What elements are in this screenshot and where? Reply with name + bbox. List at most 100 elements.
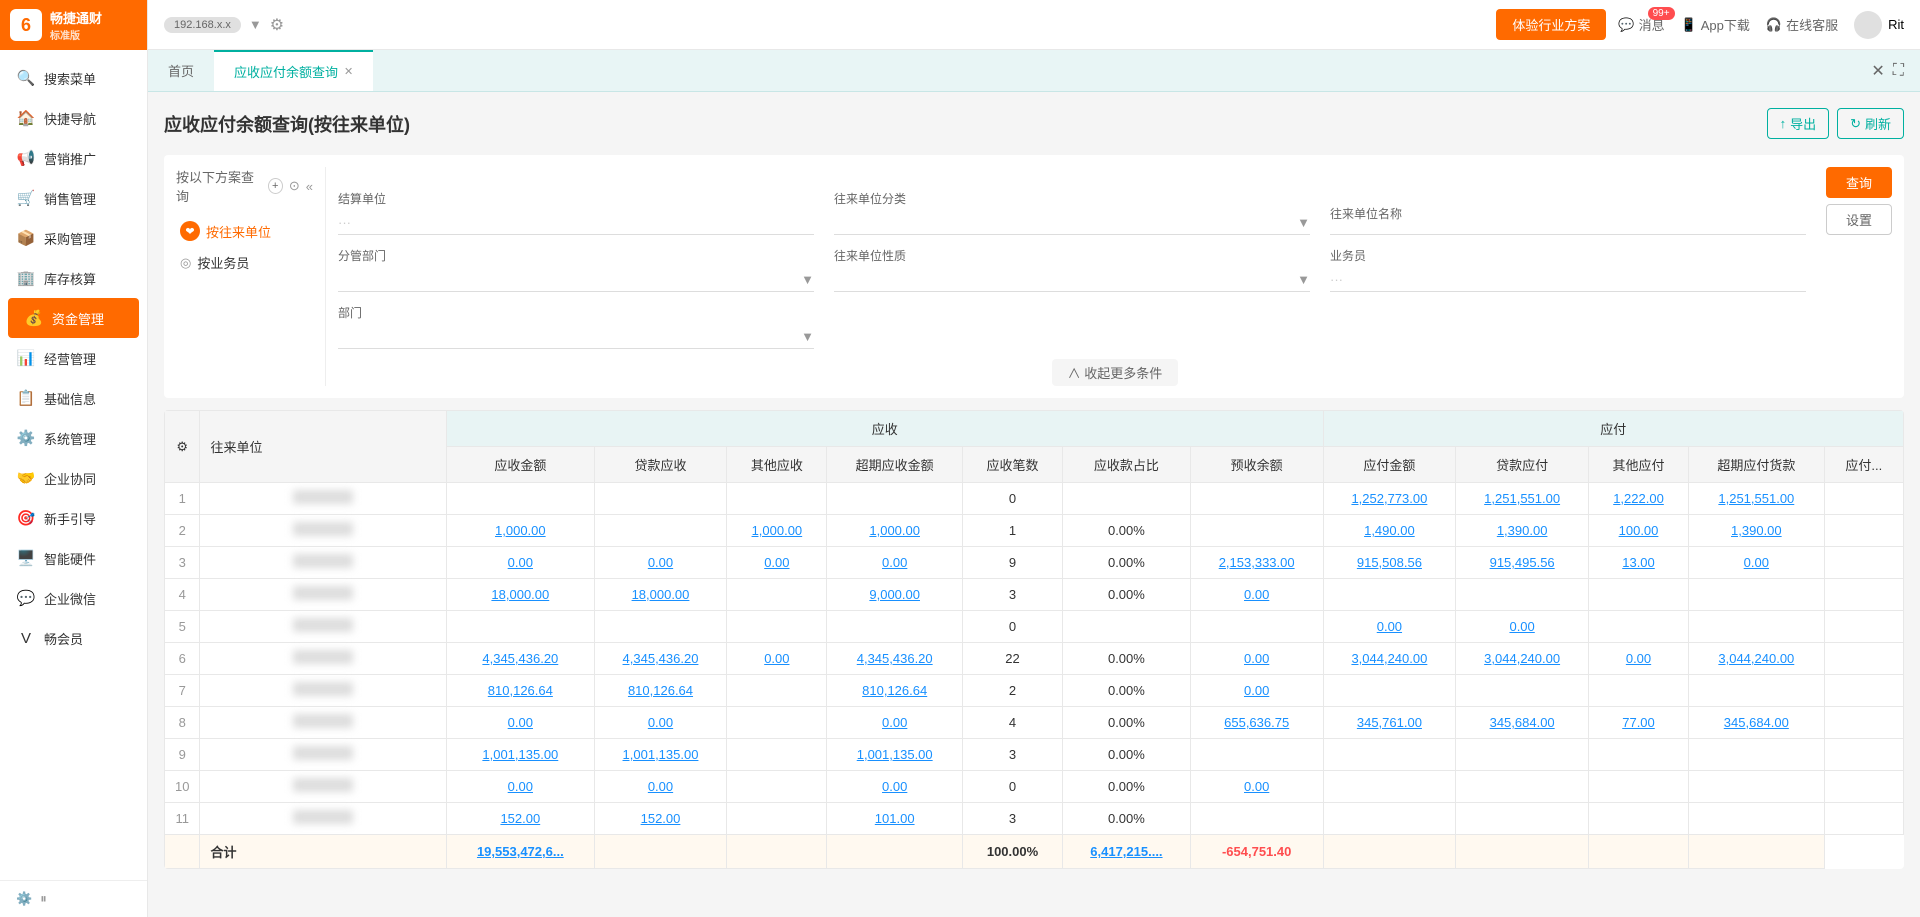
app-download-button[interactable]: 📱 App下载 (1681, 15, 1750, 34)
table-cell[interactable]: 0.00 (727, 643, 827, 675)
scheme-item-by-unit[interactable]: ❤ 按往来单位 (176, 215, 313, 247)
table-cell[interactable]: 101.00 (827, 803, 963, 835)
table-cell[interactable]: 152.00 (594, 803, 727, 835)
messages-button[interactable]: 💬 消息 99+ (1618, 15, 1664, 34)
table-cell[interactable]: 0.00 (827, 707, 963, 739)
table-cell[interactable]: 345,684.00 (1689, 707, 1825, 739)
table-cell[interactable]: 345,761.00 (1323, 707, 1456, 739)
table-cell[interactable]: 1,000.00 (447, 515, 595, 547)
table-cell[interactable]: 1,252,773.00 (1323, 483, 1456, 515)
query-button[interactable]: 查询 (1826, 167, 1892, 198)
sidebar-item-wechat[interactable]: 💬 企业微信 (0, 578, 147, 618)
table-cell[interactable]: 0.00 (447, 707, 595, 739)
settlement-input[interactable]: ··· (338, 211, 814, 235)
tab-close-button[interactable]: ✕ (1871, 61, 1884, 81)
add-scheme-button[interactable]: + (268, 178, 283, 194)
table-cell[interactable]: 0.00 (1190, 675, 1323, 707)
sidebar-item-hardware[interactable]: 🖥️ 智能硬件 (0, 538, 147, 578)
collapse-scheme-icon[interactable]: « (306, 179, 313, 194)
table-cell[interactable]: 18,000.00 (447, 579, 595, 611)
table-cell[interactable]: 77.00 (1589, 707, 1689, 739)
table-cell[interactable]: 0.00 (594, 547, 727, 579)
refresh-button[interactable]: ↻ 刷新 (1837, 108, 1904, 139)
table-cell[interactable]: 9,000.00 (827, 579, 963, 611)
table-cell[interactable]: 0.00 (447, 771, 595, 803)
table-settings-icon[interactable]: ⚙ (176, 439, 188, 454)
table-cell[interactable]: 0.00 (1589, 643, 1689, 675)
table-cell[interactable]: 0.00 (727, 547, 827, 579)
table-cell[interactable]: 1,001,135.00 (447, 739, 595, 771)
sidebar-item-quick-nav[interactable]: 🏠 快捷导航 (0, 98, 147, 138)
unit-nature-input[interactable]: ▼ (834, 268, 1310, 292)
sidebar-item-finance[interactable]: 💰 资金管理 (8, 298, 139, 338)
sidebar-item-member[interactable]: V 畅会员 (0, 618, 147, 658)
sidebar-item-basic[interactable]: 📋 基础信息 (0, 378, 147, 418)
table-cell[interactable]: 100.00 (1589, 515, 1689, 547)
tab-ar-ap[interactable]: 应收应付余额查询 ✕ (214, 50, 373, 91)
table-cell[interactable]: 0.00 (827, 547, 963, 579)
table-cell[interactable]: 1,222.00 (1589, 483, 1689, 515)
bottom-collapse-icon[interactable]: ⏸ (40, 891, 47, 907)
table-cell[interactable]: 1,251,551.00 (1689, 483, 1825, 515)
table-cell[interactable]: 1,000.00 (727, 515, 827, 547)
table-cell[interactable]: 0.00 (447, 547, 595, 579)
table-cell[interactable]: 1,390.00 (1689, 515, 1825, 547)
table-cell[interactable]: 1,001,135.00 (827, 739, 963, 771)
dept-input[interactable]: ▼ (338, 268, 814, 292)
table-cell[interactable]: 1,000.00 (827, 515, 963, 547)
table-cell[interactable]: 0.00 (1456, 611, 1589, 643)
tab-expand-button[interactable]: ⛶ (1893, 62, 1904, 80)
table-cell[interactable]: 655,636.75 (1190, 707, 1323, 739)
table-cell[interactable]: 1,390.00 (1456, 515, 1589, 547)
bottom-settings-icon[interactable]: ⚙️ (16, 891, 32, 907)
unit-category-input[interactable]: ▼ (834, 211, 1310, 235)
table-cell[interactable]: 2,153,333.00 (1190, 547, 1323, 579)
table-cell[interactable]: 13.00 (1589, 547, 1689, 579)
tab-home[interactable]: 首页 (148, 51, 214, 90)
table-cell[interactable]: 0.00 (594, 771, 727, 803)
sidebar-item-purchase[interactable]: 📦 采购管理 (0, 218, 147, 258)
sidebar-item-search[interactable]: 🔍 搜索菜单 (0, 58, 147, 98)
collapse-conditions-button[interactable]: ∧ 收起更多条件 (1052, 359, 1179, 386)
dropdown-arrow-icon[interactable]: ▼ (249, 17, 262, 32)
unit-name-input[interactable] (1330, 226, 1806, 235)
table-cell[interactable]: 810,126.64 (594, 675, 727, 707)
table-cell[interactable]: 0.00 (827, 771, 963, 803)
sidebar-item-operation[interactable]: 📊 经营管理 (0, 338, 147, 378)
sidebar-item-inventory[interactable]: 🏢 库存核算 (0, 258, 147, 298)
setting-button[interactable]: 设置 (1826, 204, 1892, 235)
table-cell[interactable]: 3,044,240.00 (1456, 643, 1589, 675)
table-cell[interactable]: 810,126.64 (827, 675, 963, 707)
sidebar-item-cooperation[interactable]: 🤝 企业协同 (0, 458, 147, 498)
table-cell[interactable]: 4,345,436.20 (447, 643, 595, 675)
salesman-input[interactable]: ··· (1330, 268, 1806, 292)
table-cell[interactable]: 1,251,551.00 (1456, 483, 1589, 515)
table-cell[interactable]: 345,684.00 (1456, 707, 1589, 739)
table-cell[interactable]: 0.00 (1190, 579, 1323, 611)
table-cell[interactable]: 152.00 (447, 803, 595, 835)
gear-icon[interactable]: ⚙ (270, 15, 284, 35)
sidebar-item-guide[interactable]: 🎯 新手引导 (0, 498, 147, 538)
table-cell[interactable]: 810,126.64 (447, 675, 595, 707)
table-cell[interactable]: 0.00 (1323, 611, 1456, 643)
table-cell[interactable]: 3,044,240.00 (1689, 643, 1825, 675)
table-cell[interactable]: 1,001,135.00 (594, 739, 727, 771)
table-cell[interactable]: 3,044,240.00 (1323, 643, 1456, 675)
sidebar-item-sales[interactable]: 🛒 销售管理 (0, 178, 147, 218)
sub-dept-input[interactable]: ▼ (338, 325, 814, 349)
table-cell[interactable]: 915,508.56 (1323, 547, 1456, 579)
scheme-item-by-salesman[interactable]: ◎ 按业务员 (176, 247, 313, 278)
table-cell[interactable]: 0.00 (1190, 643, 1323, 675)
sidebar-item-marketing[interactable]: 📢 营销推广 (0, 138, 147, 178)
table-cell[interactable]: 0.00 (1190, 771, 1323, 803)
export-button[interactable]: ↑ 导出 (1767, 108, 1830, 139)
online-service-button[interactable]: 🎧 在线客服 (1766, 15, 1838, 34)
sidebar-item-system[interactable]: ⚙️ 系统管理 (0, 418, 147, 458)
table-cell[interactable]: 4,345,436.20 (827, 643, 963, 675)
footer-prepaid[interactable]: 6,417,215.... (1063, 835, 1191, 869)
table-cell[interactable]: 18,000.00 (594, 579, 727, 611)
table-cell[interactable]: 1,490.00 (1323, 515, 1456, 547)
table-cell[interactable]: 4,345,436.20 (594, 643, 727, 675)
table-cell[interactable]: 915,495.56 (1456, 547, 1589, 579)
settings-icon[interactable]: ⊙ (289, 178, 300, 194)
